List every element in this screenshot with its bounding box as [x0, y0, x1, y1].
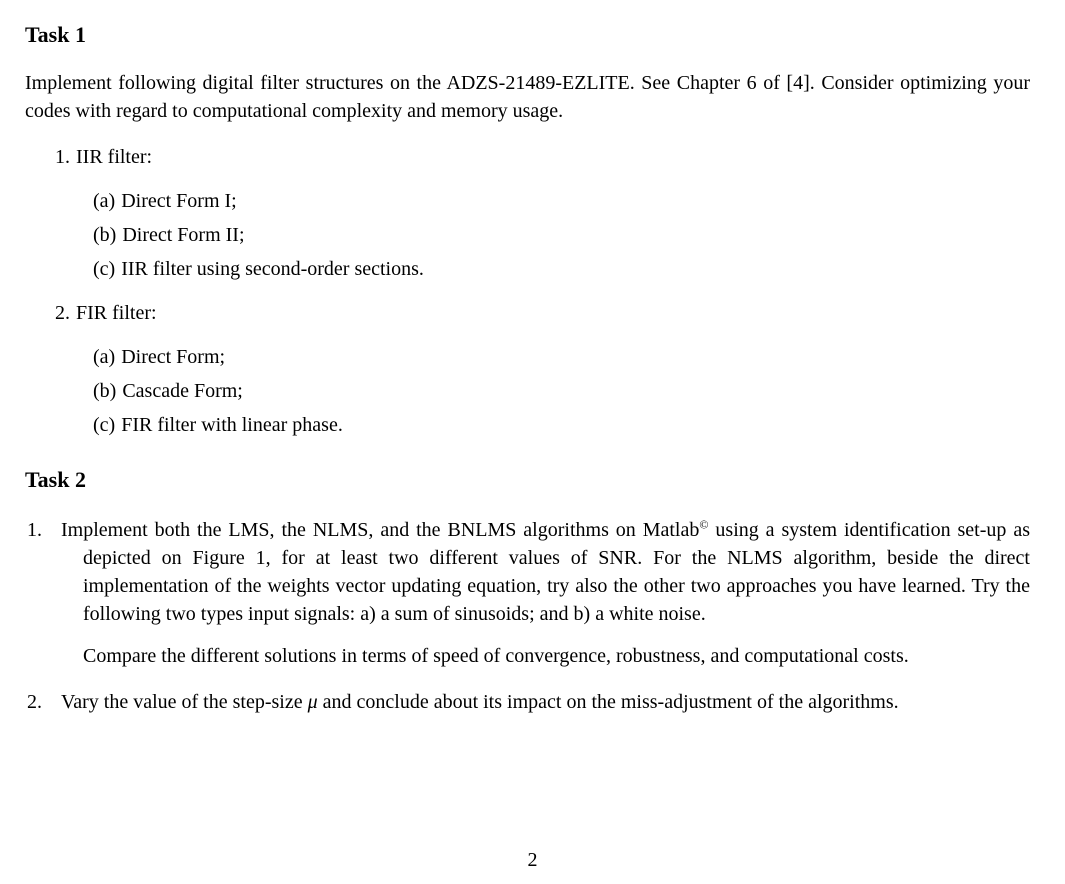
para-text-pre: Implement both the LMS, the NLMS, and th… [61, 519, 699, 541]
task2-item-2: 2.Vary the value of the step-size μ and … [55, 688, 1030, 716]
task1-intro: Implement following digital filter struc… [25, 69, 1030, 125]
task1-item-1-a: (a) Direct Form I; [93, 187, 1030, 215]
sub-text: Cascade Form; [122, 380, 243, 402]
sub-marker: (a) [93, 187, 115, 215]
task1-item-1-c: (c) IIR filter using second-order section… [93, 255, 1030, 283]
sub-marker: (b) [93, 377, 116, 405]
document-page: Task 1 Implement following digital filte… [25, 20, 1030, 716]
sub-text: Direct Form I; [121, 190, 237, 212]
sub-marker: (b) [93, 221, 116, 249]
task1-item-1: 1. IIR filter: (a) Direct Form I; (b) Direc… [55, 143, 1030, 283]
list-marker: 2. [55, 299, 70, 327]
sub-text: FIR filter with linear phase. [121, 414, 343, 436]
task1-item-1-b: (b) Direct Form II; [93, 221, 1030, 249]
task1-item-2-a: (a) Direct Form; [93, 343, 1030, 371]
list-label: FIR filter: [76, 302, 157, 324]
list-label: IIR filter: [76, 146, 152, 168]
sub-text: Direct Form; [121, 346, 225, 368]
para-text-pre: Vary the value of the step-size [61, 691, 308, 713]
task2-item-1: 1.Implement both the LMS, the NLMS, and … [55, 516, 1030, 670]
task2-item-2-para: 2.Vary the value of the step-size μ and … [55, 688, 1030, 716]
page-number: 2 [528, 846, 538, 874]
sub-marker: (c) [93, 255, 115, 283]
task1-heading: Task 1 [25, 20, 1030, 51]
task2-list: 1.Implement both the LMS, the NLMS, and … [25, 516, 1030, 716]
task1-item-2-c: (c) FIR filter with linear phase. [93, 411, 1030, 439]
task1-item-2: 2. FIR filter: (a) Direct Form; (b) Cascade… [55, 299, 1030, 439]
sub-text: Direct Form II; [122, 224, 244, 246]
task1-item-2-sublist: (a) Direct Form; (b) Cascade Form; (c) FIR … [55, 343, 1030, 439]
list-marker: 1. [55, 143, 70, 171]
sub-text: IIR filter using second-order sections. [121, 258, 424, 280]
task2-heading: Task 2 [25, 465, 1030, 496]
mu-symbol: μ [308, 691, 318, 713]
task2-item-1-para2: Compare the different solutions in terms… [55, 642, 1030, 670]
sub-marker: (c) [93, 411, 115, 439]
para-text-post: and conclude about its impact on the mis… [318, 691, 899, 713]
sub-marker: (a) [93, 343, 115, 371]
task2-item-1-para1: 1.Implement both the LMS, the NLMS, and … [55, 516, 1030, 628]
task1-item-2-b: (b) Cascade Form; [93, 377, 1030, 405]
task1-list: 1.IIR filter: (a)Direct Form I; (b)Direc… [25, 143, 1030, 439]
task1-item-1-sublist: (a) Direct Form I; (b) Direct Form II; (c)… [55, 187, 1030, 283]
